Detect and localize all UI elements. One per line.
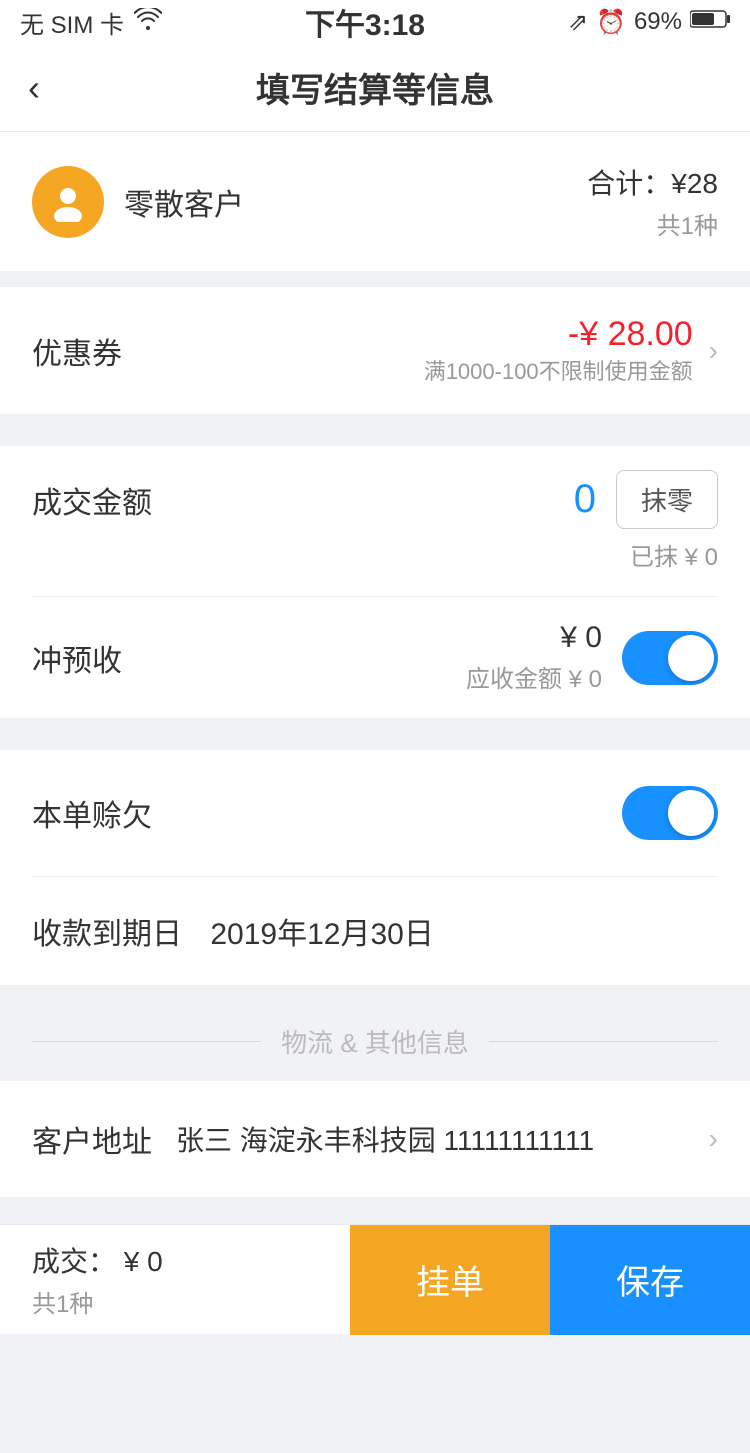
nav-bar: ‹ 填写结算等信息 <box>0 44 750 132</box>
save-button[interactable]: 保存 <box>550 1225 750 1335</box>
bottom-deal-label: 成交： <box>32 1246 116 1277</box>
debt-toggle[interactable] <box>622 786 718 840</box>
customer-avatar <box>32 166 104 238</box>
coupon-row[interactable]: 优惠券 -¥ 28.00 满1000-100不限制使用金额 › <box>0 287 750 414</box>
debt-row: 本单赊欠 <box>0 750 750 876</box>
deal-amount-value: 0 <box>574 477 596 522</box>
status-time: 下午3:18 <box>305 0 425 44</box>
battery-text: 69% <box>634 8 682 36</box>
wifi-icon <box>134 8 162 37</box>
address-row[interactable]: 客户地址 张三 海淀永丰科技园 11111111111 › <box>0 1081 750 1197</box>
customer-section: 零散客户 合计：¥28 共1种 <box>0 132 750 271</box>
no-sim-text: 无 SIM 卡 <box>20 5 124 40</box>
bottom-bar: 成交： ¥ 0 共1种 挂单 保存 <box>0 1224 750 1334</box>
status-right: ⇗ ⏰ 69% <box>568 8 730 37</box>
coupon-label: 优惠券 <box>32 329 122 373</box>
deal-already-text: 已抹 ¥ 0 <box>0 529 750 596</box>
coupon-amount: -¥ 28.00 <box>424 315 693 354</box>
prepay-right: ¥ 0 应收金额 ¥ 0 <box>466 621 718 694</box>
bottom-info: 成交： ¥ 0 共1种 <box>0 1240 350 1319</box>
alarm-icon: ⏰ <box>596 8 626 37</box>
due-date-value: 2019年12月30日 <box>210 918 433 951</box>
bottom-count: 共1种 <box>32 1284 318 1319</box>
bottom-deal-row: 成交： ¥ 0 <box>32 1240 318 1280</box>
customer-total: 合计：¥28 <box>587 162 718 202</box>
debt-label: 本单赊欠 <box>32 791 152 835</box>
due-content: 收款到期日 2019年12月30日 <box>32 909 718 953</box>
debt-section: 本单赊欠 收款到期日 2019年12月30日 <box>0 750 750 985</box>
status-bar: 无 SIM 卡 下午3:18 ⇗ ⏰ 69% <box>0 0 750 44</box>
location-icon: ⇗ <box>568 8 588 37</box>
section-divider-1 <box>0 430 750 446</box>
customer-row: 零散客户 合计：¥28 共1种 <box>0 132 750 271</box>
deal-amount-label: 成交金额 <box>32 478 152 522</box>
coupon-section: 优惠券 -¥ 28.00 满1000-100不限制使用金额 › <box>0 287 750 414</box>
bottom-deal-amount: ¥ 0 <box>124 1246 163 1277</box>
back-button[interactable]: ‹ <box>28 67 40 109</box>
round-button[interactable]: 抹零 <box>616 470 718 529</box>
status-left: 无 SIM 卡 <box>20 5 162 40</box>
address-chevron-icon: › <box>709 1123 718 1155</box>
coupon-text-group: -¥ 28.00 满1000-100不限制使用金额 <box>424 315 693 386</box>
customer-count: 共1种 <box>587 206 718 241</box>
prepay-toggle[interactable] <box>622 631 718 685</box>
prepay-receivable: 应收金额 ¥ 0 <box>466 659 602 694</box>
customer-right: 合计：¥28 共1种 <box>587 162 718 241</box>
page-title: 填写结算等信息 <box>256 63 494 112</box>
prepay-text-group: ¥ 0 应收金额 ¥ 0 <box>466 621 602 694</box>
prepay-label: 冲预收 <box>32 636 122 680</box>
battery-icon <box>690 8 730 36</box>
hold-button[interactable]: 挂单 <box>350 1225 550 1335</box>
address-label: 客户地址 <box>32 1117 152 1161</box>
customer-left: 零散客户 <box>32 166 244 238</box>
coupon-chevron-icon: › <box>709 335 718 367</box>
prepay-row: 冲预收 ¥ 0 应收金额 ¥ 0 <box>0 597 750 718</box>
prepay-amount: ¥ 0 <box>466 621 602 655</box>
customer-name: 零散客户 <box>124 180 244 224</box>
due-date-label: 收款到期日 <box>32 918 182 951</box>
coupon-right: -¥ 28.00 满1000-100不限制使用金额 › <box>424 315 718 386</box>
logistics-section-label: 物流 & 其他信息 <box>261 1023 489 1060</box>
deal-prepay-section: 成交金额 0 抹零 已抹 ¥ 0 冲预收 ¥ 0 应收金额 ¥ 0 <box>0 446 750 718</box>
coupon-desc: 满1000-100不限制使用金额 <box>424 354 693 386</box>
section-divider-2 <box>0 734 750 750</box>
deal-amount-row: 成交金额 0 抹零 <box>0 446 750 529</box>
address-content: 张三 海淀永丰科技园 11111111111 <box>176 1119 709 1159</box>
logistics-divider: 物流 & 其他信息 <box>0 1001 750 1081</box>
due-date-row: 收款到期日 2019年12月30日 <box>0 877 750 985</box>
address-section: 客户地址 张三 海淀永丰科技园 11111111111 › <box>0 1081 750 1197</box>
deal-right: 0 抹零 <box>574 470 718 529</box>
